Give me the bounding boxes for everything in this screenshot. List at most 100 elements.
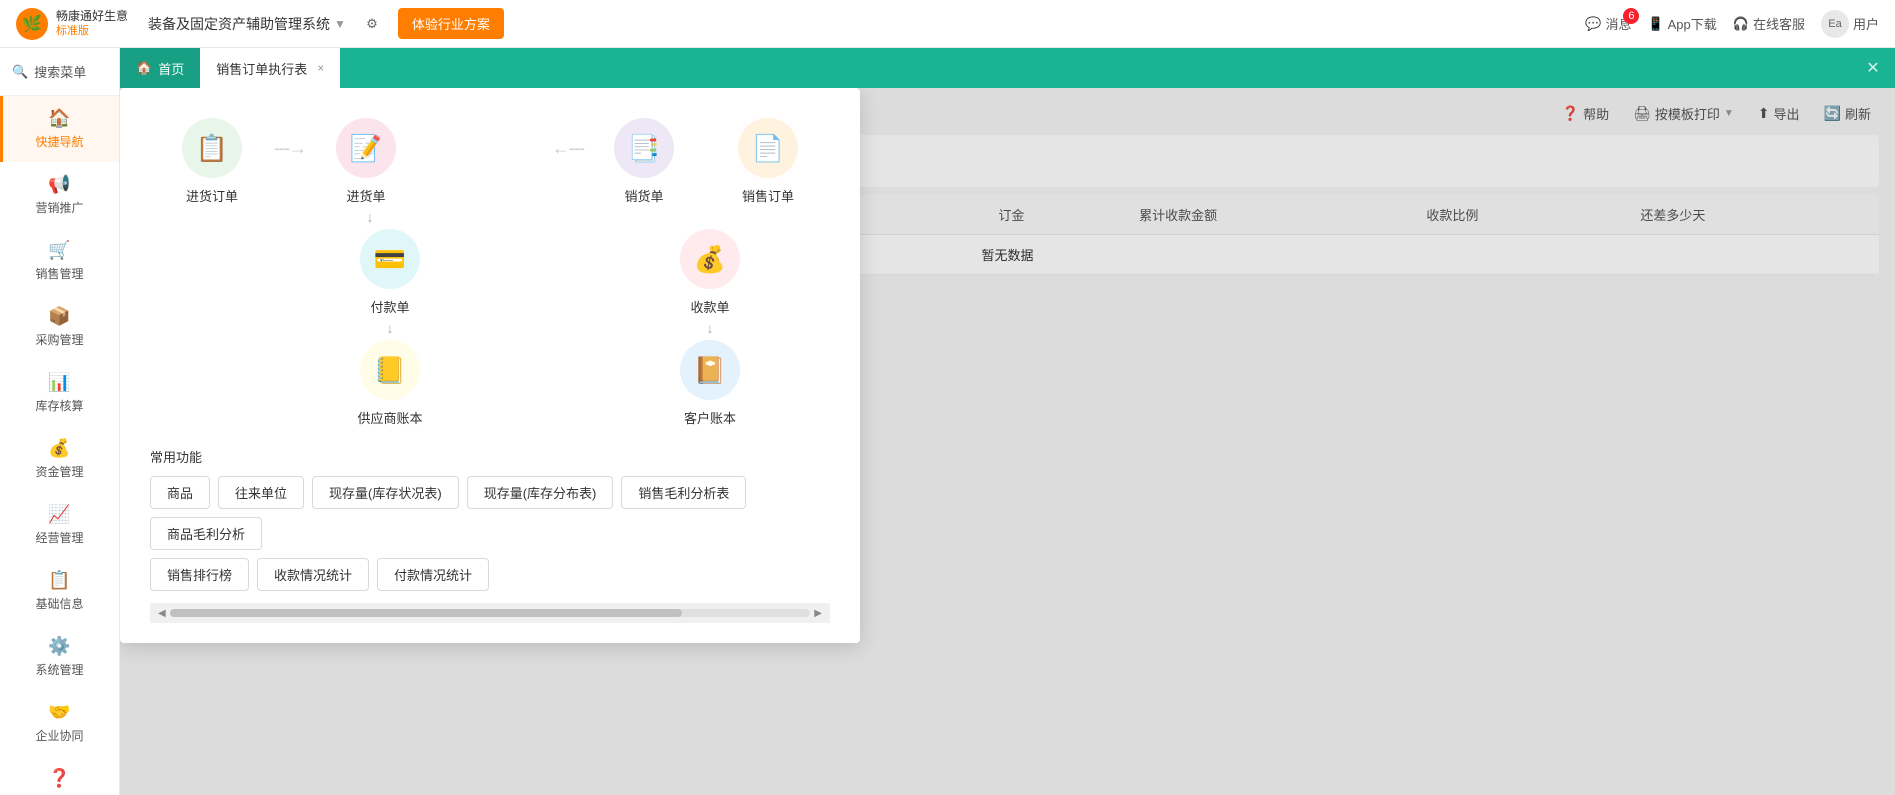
scroll-right-icon[interactable]: ▶ <box>810 608 826 619</box>
sidebar-item-operation[interactable]: 📈 经营管理 <box>0 492 119 558</box>
tab-home[interactable]: 🏠 首页 <box>120 48 200 88</box>
avatar: Ea <box>1821 10 1849 38</box>
flow-node-payment[interactable]: 💳 付款单 <box>360 229 420 316</box>
flow-cell-sales-bill: 📑 销货单 <box>582 118 706 205</box>
flow-node-receipt[interactable]: 💰 收款单 <box>680 229 740 316</box>
flow-node-purchase-order[interactable]: 📋 进货订单 <box>182 118 242 205</box>
main-layout: 🔍 搜索菜单 🏠 快捷导航 📢 营销推广 🛒 销售管理 📦 采购管理 <box>0 48 1895 795</box>
flow-row-2-arrows: ↓ <box>150 209 830 225</box>
logo-text: 畅康通好生意 标准版 <box>56 9 128 39</box>
arrow-purchase-order-to-bill: - - - → <box>274 118 304 159</box>
func-btn-sales-rank[interactable]: 销售排行榜 <box>150 558 249 591</box>
func-btn-counterparty[interactable]: 往来单位 <box>218 476 304 509</box>
down-arrow-supplier-icon: ↓ <box>387 320 394 336</box>
settings-icon[interactable]: ⚙ <box>358 10 386 38</box>
user-item[interactable]: Ea 用户 <box>1821 10 1879 38</box>
sidebar-item-inventory[interactable]: 📊 库存核算 <box>0 360 119 426</box>
active-indicator <box>0 96 3 162</box>
sidebar-item-newbie[interactable]: ❓ 新手引导 <box>0 756 119 795</box>
content-area: 🏠 首页 销售订单执行表 × ✕ ❓ 帮助 <box>120 48 1895 795</box>
operation-label: 经营管理 <box>35 529 83 546</box>
flow-cell-supplier-ledger: 📒 供应商账本 <box>310 340 470 427</box>
chevron-down-icon: ▼ <box>334 17 346 31</box>
quick-nav-icon: 🏠 <box>48 108 70 129</box>
collab-icon: 🤝 <box>48 702 70 723</box>
func-btn-product-margin[interactable]: 商品毛利分析 <box>150 517 262 550</box>
flow-node-customer-ledger[interactable]: 📔 客户账本 <box>680 340 740 427</box>
sidebar-item-collab[interactable]: 🤝 企业协同 <box>0 690 119 756</box>
avatar-text: Ea <box>1828 18 1841 30</box>
sidebar-item-basic[interactable]: 📋 基础信息 <box>0 558 119 624</box>
sidebar-item-marketing[interactable]: 📢 营销推广 <box>0 162 119 228</box>
func-btn-sales-margin[interactable]: 销售毛利分析表 <box>621 476 746 509</box>
system-label: 系统管理 <box>35 661 83 678</box>
bottom-scrollbar[interactable]: ◀ ▶ <box>150 603 830 623</box>
sales-bill-icon: 📑 <box>628 133 660 164</box>
user-label: 用户 <box>1853 14 1879 33</box>
supplier-ledger-label: 供应商账本 <box>357 408 422 427</box>
customer-ledger-label: 客户账本 <box>684 408 736 427</box>
operation-icon: 📈 <box>48 504 70 525</box>
scroll-thumb[interactable] <box>170 609 682 617</box>
flow-cell-customer-ledger: 📔 客户账本 <box>630 340 790 427</box>
flow-node-supplier-ledger[interactable]: 📒 供应商账本 <box>357 340 422 427</box>
message-item[interactable]: 💬 消息 6 <box>1585 14 1631 33</box>
app-download-icon: 📱 <box>1647 16 1663 32</box>
payment-label: 付款单 <box>370 297 409 316</box>
top-bar: 🌿 畅康通好生意 标准版 装备及固定资产辅助管理系统 ▼ ⚙ 体验行业方案 💬 … <box>0 0 1895 48</box>
sidebar-item-system[interactable]: ⚙️ 系统管理 <box>0 624 119 690</box>
func-buttons-row-1: 商品 往来单位 现存量(库存状况表) 现存量(库存分布表) 销售毛利分析表 商品… <box>150 476 830 550</box>
func-btn-stock-dist[interactable]: 现存量(库存分布表) <box>467 476 614 509</box>
scroll-left-icon[interactable]: ◀ <box>154 608 170 619</box>
system-title: 装备及固定资产辅助管理系统 <box>148 14 330 34</box>
top-bar-right: 💬 消息 6 📱 App下载 🎧 在线客服 Ea 用户 <box>1585 10 1879 38</box>
message-icon: 💬 <box>1585 16 1601 32</box>
search-menu-button[interactable]: 🔍 搜索菜单 <box>8 58 111 85</box>
experience-button[interactable]: 体验行业方案 <box>398 8 504 39</box>
sidebar-item-sales[interactable]: 🛒 销售管理 <box>0 228 119 294</box>
flow-node-sales-bill[interactable]: 📑 销货单 <box>614 118 674 205</box>
online-service-label: 在线客服 <box>1753 14 1805 33</box>
purchase-bill-circle: 📝 <box>336 118 396 178</box>
purchase-order-label: 进货订单 <box>186 186 238 205</box>
online-service-item[interactable]: 🎧 在线客服 <box>1733 14 1805 33</box>
receipt-circle: 💰 <box>680 229 740 289</box>
tab-bar: 🏠 首页 销售订单执行表 × ✕ <box>120 48 1895 88</box>
marketing-icon: 📢 <box>48 174 70 195</box>
system-icon: ⚙️ <box>48 636 70 657</box>
purchase-label: 采购管理 <box>35 331 83 348</box>
func-btn-payment-stats[interactable]: 付款情况统计 <box>377 558 489 591</box>
logo-area: 🌿 畅康通好生意 标准版 <box>16 8 136 40</box>
tab-sales-order-exec[interactable]: 销售订单执行表 × <box>200 48 340 88</box>
arrow-sales-order-to-bill: ← - - - <box>552 118 582 159</box>
scroll-track[interactable] <box>170 609 811 617</box>
sidebar: 🔍 搜索菜单 🏠 快捷导航 📢 营销推广 🛒 销售管理 📦 采购管理 <box>0 48 120 795</box>
window-close-button[interactable]: ✕ <box>1859 54 1887 82</box>
sidebar-item-purchase[interactable]: 📦 采购管理 <box>0 294 119 360</box>
app-download-item[interactable]: 📱 App下载 <box>1647 14 1716 33</box>
quick-nav-label: 快捷导航 <box>35 133 83 150</box>
supplier-ledger-circle: 📒 <box>360 340 420 400</box>
func-btn-stock-status[interactable]: 现存量(库存状况表) <box>312 476 459 509</box>
receipt-icon: 💰 <box>694 244 726 275</box>
message-badge: 6 <box>1623 8 1639 24</box>
newbie-icon: ❓ <box>48 768 70 789</box>
sidebar-item-finance[interactable]: 💰 资金管理 <box>0 426 119 492</box>
tab-home-label: 首页 <box>158 59 184 78</box>
common-functions: 常用功能 商品 往来单位 现存量(库存状况表) 现存量(库存分布表) 销售毛利分… <box>150 447 830 591</box>
finance-label: 资金管理 <box>35 463 83 480</box>
sales-bill-circle: 📑 <box>614 118 674 178</box>
arrow-down-payment: ↓ <box>310 209 370 225</box>
down-arrow-payment-icon: ↓ <box>367 209 374 225</box>
system-title-dropdown[interactable]: 装备及固定资产辅助管理系统 ▼ <box>148 14 346 34</box>
popup-overlay[interactable]: 📋 进货订单 - - - → <box>120 88 1895 795</box>
func-buttons-row-2: 销售排行榜 收款情况统计 付款情况统计 <box>150 558 830 591</box>
sidebar-item-quick-nav[interactable]: 🏠 快捷导航 <box>0 96 119 162</box>
flow-node-sales-order[interactable]: 📄 销售订单 <box>738 118 798 205</box>
func-btn-receipt-stats[interactable]: 收款情况统计 <box>257 558 369 591</box>
tab-close-icon[interactable]: × <box>317 61 324 75</box>
flow-node-purchase-bill[interactable]: 📝 进货单 <box>336 118 396 205</box>
dashed-arrow-1: - - - → <box>274 138 304 159</box>
receipt-label: 收款单 <box>690 297 729 316</box>
func-btn-product[interactable]: 商品 <box>150 476 210 509</box>
